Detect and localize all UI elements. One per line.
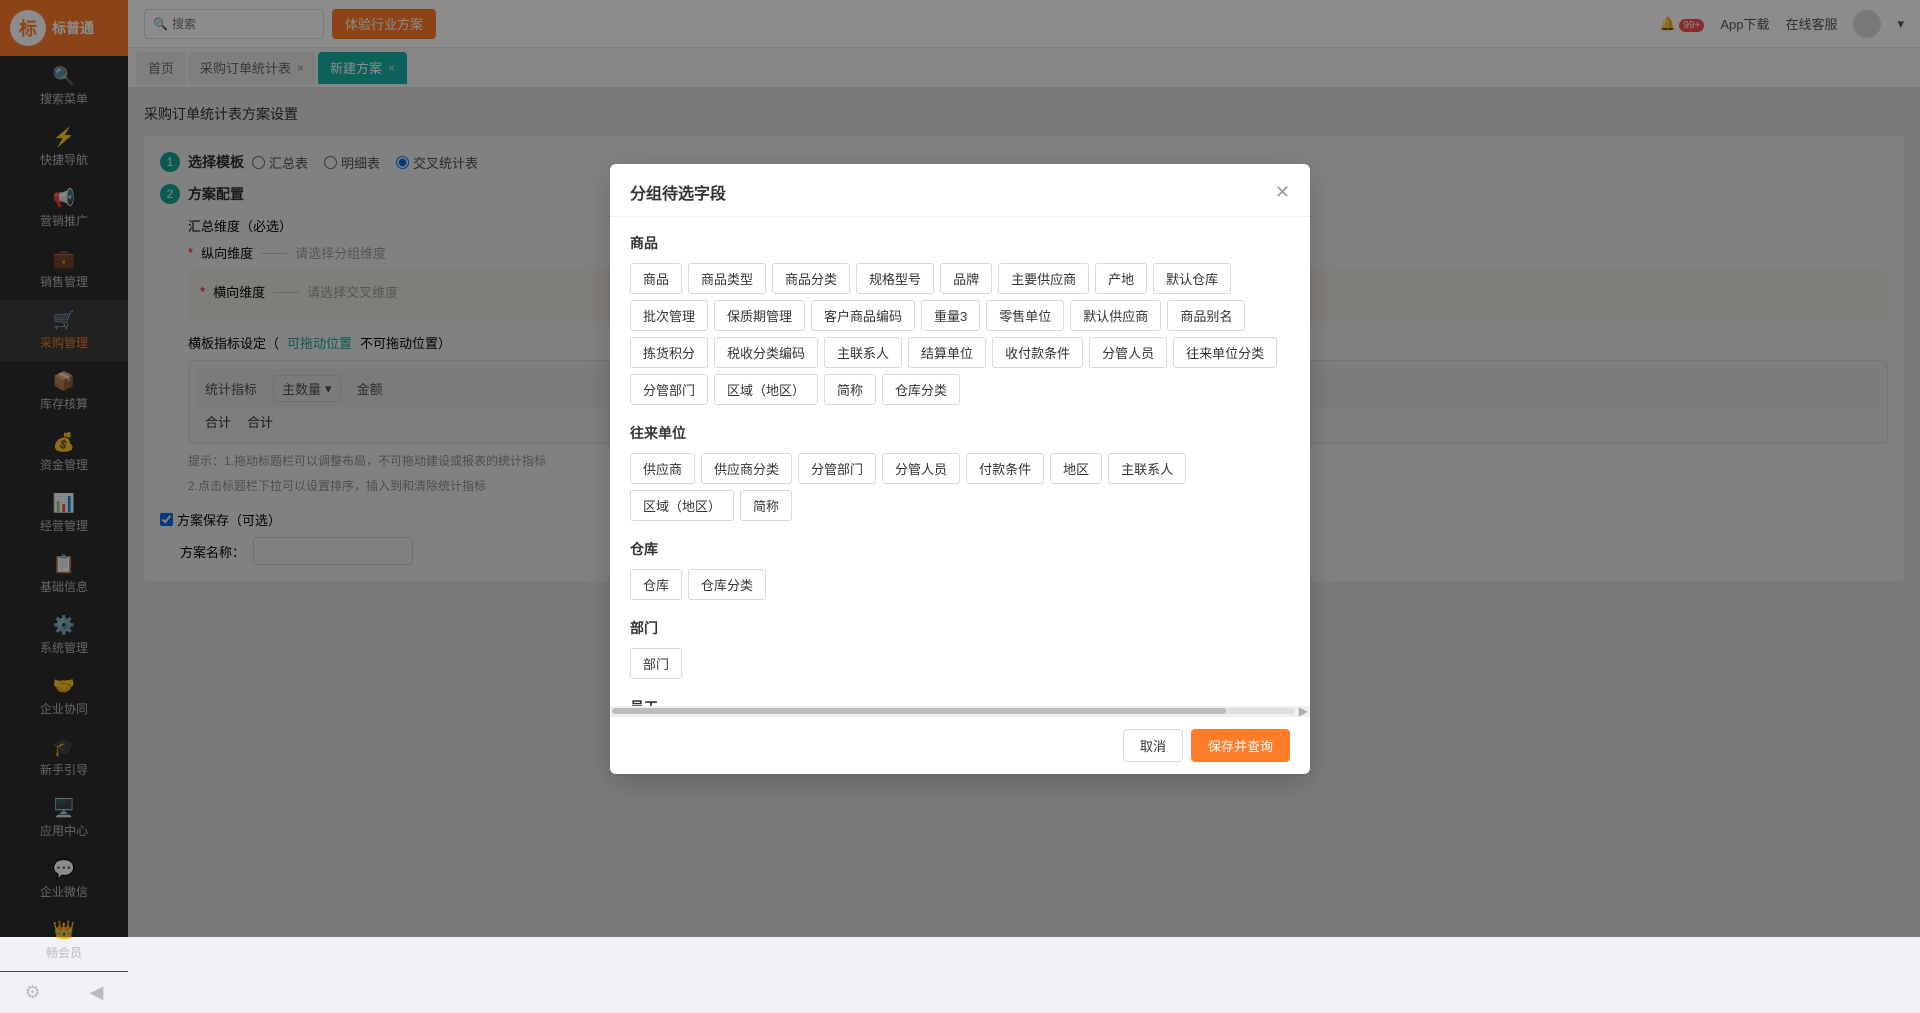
field-tag-tax-code[interactable]: 税收分类编码	[714, 337, 818, 368]
field-tag-warehouse-category[interactable]: 仓库分类	[688, 569, 766, 600]
field-tag-region[interactable]: 区域（地区）	[714, 374, 818, 405]
field-select-modal: 分组待选字段 ✕ 商品 商品 商品类型 商品分类 规格型号 品牌 主要供应商 产…	[610, 164, 1310, 774]
field-tag-spec-model[interactable]: 规格型号	[856, 263, 934, 294]
modal-footer: 取消 保存并查询	[610, 716, 1310, 774]
field-tag-batch-mgmt[interactable]: 批次管理	[630, 300, 708, 331]
field-tag-short-name2[interactable]: 简称	[740, 490, 792, 521]
section-partners-fields: 供应商 供应商分类 分管部门 分管人员 付款条件 地区 主联系人 区域（地区） …	[630, 453, 1290, 521]
field-tag-dept-mgmt[interactable]: 分管部门	[630, 374, 708, 405]
section-employee: 员工 业务员	[630, 697, 1290, 706]
field-tag-goods-type[interactable]: 商品类型	[688, 263, 766, 294]
hscrollbar-track	[612, 708, 1295, 714]
field-tag-default-supplier[interactable]: 默认供应商	[1070, 300, 1161, 331]
field-tag-goods-alias[interactable]: 商品别名	[1167, 300, 1245, 331]
section-goods: 商品 商品 商品类型 商品分类 规格型号 品牌 主要供应商 产地 默认仓库 批次…	[630, 233, 1290, 405]
confirm-button[interactable]: 保存并查询	[1191, 729, 1290, 762]
section-goods-fields: 商品 商品类型 商品分类 规格型号 品牌 主要供应商 产地 默认仓库 批次管理 …	[630, 263, 1290, 405]
modal-header: 分组待选字段 ✕	[610, 164, 1310, 217]
sidebar-footer: ⚙ ◀	[0, 971, 128, 1013]
field-tag-warehouse[interactable]: 仓库	[630, 569, 682, 600]
sidebar-label-member: 畅会员	[46, 944, 82, 961]
field-tag-payment-terms[interactable]: 收付款条件	[992, 337, 1083, 368]
section-warehouse-title: 仓库	[630, 539, 1290, 559]
field-tag-supervisor[interactable]: 分管人员	[1089, 337, 1167, 368]
field-tag-main-supplier[interactable]: 主要供应商	[998, 263, 1089, 294]
field-tag-payment-cond[interactable]: 付款条件	[966, 453, 1044, 484]
field-tag-partner-category[interactable]: 往来单位分类	[1173, 337, 1277, 368]
field-tag-goods-category[interactable]: 商品分类	[772, 263, 850, 294]
field-tag-supplier-cat[interactable]: 供应商分类	[701, 453, 792, 484]
field-tag-weight[interactable]: 重量3	[921, 300, 980, 331]
section-warehouse: 仓库 仓库 仓库分类	[630, 539, 1290, 600]
field-tag-area[interactable]: 地区	[1050, 453, 1102, 484]
field-tag-main-contact2[interactable]: 主联系人	[1108, 453, 1186, 484]
field-tag-settlement-unit[interactable]: 结算单位	[908, 337, 986, 368]
section-employee-title: 员工	[630, 697, 1290, 706]
field-tag-dept[interactable]: 部门	[630, 648, 682, 679]
hscrollbar-thumb[interactable]	[612, 708, 1226, 714]
modal-overlay: 分组待选字段 ✕ 商品 商品 商品类型 商品分类 规格型号 品牌 主要供应商 产…	[0, 0, 1920, 937]
field-tag-pick-points[interactable]: 拣货积分	[630, 337, 708, 368]
section-partners-title: 往来单位	[630, 423, 1290, 443]
modal-hscrollbar[interactable]: ▶	[610, 706, 1310, 716]
field-tag-default-warehouse[interactable]: 默认仓库	[1153, 263, 1231, 294]
section-dept-fields: 部门	[630, 648, 1290, 679]
settings-footer-btn[interactable]: ⚙	[25, 982, 41, 1003]
cancel-button[interactable]: 取消	[1123, 729, 1183, 762]
modal-close-btn[interactable]: ✕	[1275, 183, 1290, 201]
modal-body[interactable]: 商品 商品 商品类型 商品分类 规格型号 品牌 主要供应商 产地 默认仓库 批次…	[610, 217, 1310, 706]
field-tag-dept-mgmt2[interactable]: 分管部门	[798, 453, 876, 484]
field-tag-warehouse-cat[interactable]: 仓库分类	[882, 374, 960, 405]
field-tag-customer-code[interactable]: 客户商品编码	[811, 300, 915, 331]
section-warehouse-fields: 仓库 仓库分类	[630, 569, 1290, 600]
field-tag-short-name[interactable]: 简称	[824, 374, 876, 405]
modal-title: 分组待选字段	[630, 180, 726, 204]
field-tag-region2[interactable]: 区域（地区）	[630, 490, 734, 521]
collapse-footer-btn[interactable]: ◀	[90, 982, 104, 1003]
field-tag-retail-unit[interactable]: 零售单位	[986, 300, 1064, 331]
field-tag-origin[interactable]: 产地	[1095, 263, 1147, 294]
section-partners: 往来单位 供应商 供应商分类 分管部门 分管人员 付款条件 地区 主联系人 区域…	[630, 423, 1290, 521]
section-dept: 部门 部门	[630, 618, 1290, 679]
section-goods-title: 商品	[630, 233, 1290, 253]
field-tag-goods[interactable]: 商品	[630, 263, 682, 294]
section-dept-title: 部门	[630, 618, 1290, 638]
field-tag-shelf-life[interactable]: 保质期管理	[714, 300, 805, 331]
field-tag-supplier[interactable]: 供应商	[630, 453, 695, 484]
field-tag-main-contact[interactable]: 主联系人	[824, 337, 902, 368]
field-tag-supervisor2[interactable]: 分管人员	[882, 453, 960, 484]
field-tag-brand[interactable]: 品牌	[940, 263, 992, 294]
